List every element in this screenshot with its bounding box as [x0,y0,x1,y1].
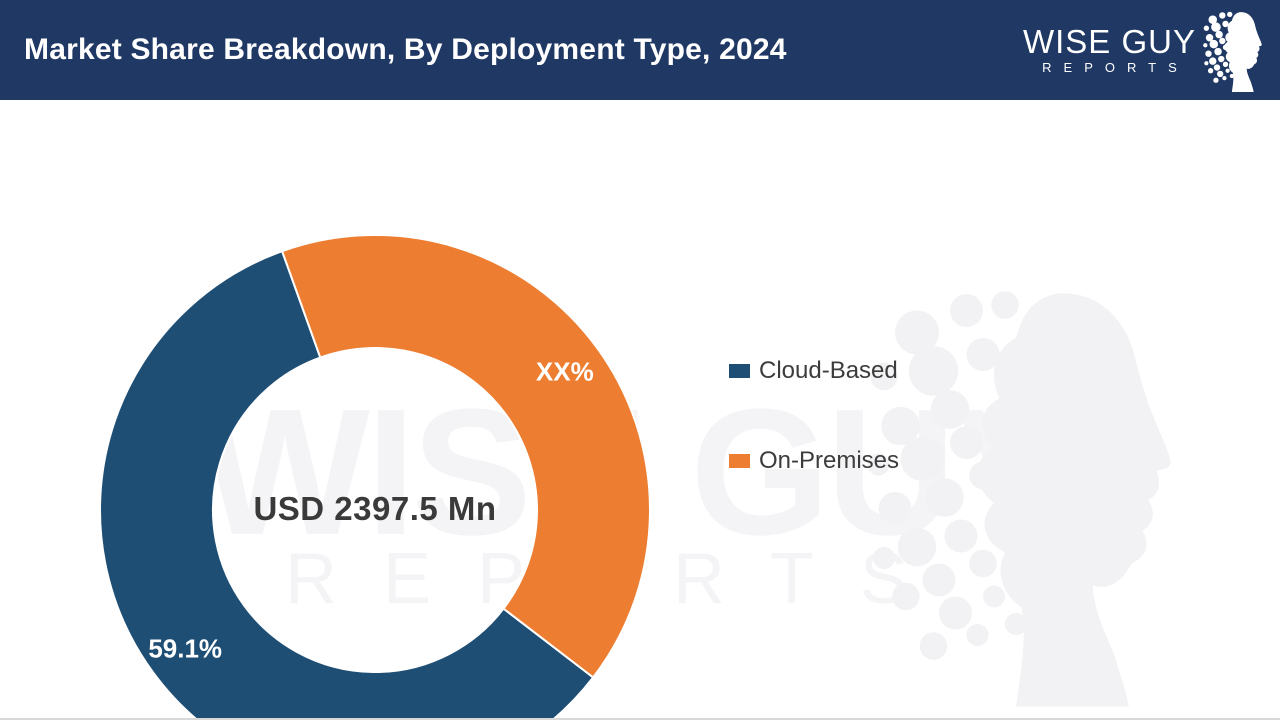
header: Market Share Breakdown, By Deployment Ty… [0,0,1280,100]
chart-area: WISE GUY REPORTS 59.1%XX% USD 2397.5 Mn … [0,100,1280,720]
legend-item-cloud-based: Cloud-Based [729,357,899,385]
watermark-face-profile-dots-icon [867,291,1171,707]
center-value-label: USD 2397.5 Mn [253,490,497,527]
brand-subtitle: REPORTS [1042,59,1189,75]
legend-item-on-premises: On-Premises [729,447,899,475]
brand-name: WISE GUY [1022,22,1196,60]
face-profile-dots-icon [1203,11,1262,92]
legend-label: Cloud-Based [759,357,898,384]
donut-chart: 59.1% XX% [99,234,651,720]
report-slide: Market Share Breakdown, By Deployment Ty… [0,0,1280,720]
legend-swatch [729,454,750,468]
donut-slice-on-premises [280,234,651,679]
brand-logo: WISE GUY REPORTS [1023,8,1266,93]
legend-swatch [729,364,750,378]
page-title: Market Share Breakdown, By Deployment Ty… [24,33,787,66]
legend: Cloud-Based On-Premises [729,357,899,475]
legend-label: On-Premises [759,447,900,474]
slice-label-on-premises: XX% [536,357,594,387]
brand-logo-text: WISE GUY REPORTS [1022,22,1196,75]
slice-label-cloud-based: 59.1% [148,634,222,664]
